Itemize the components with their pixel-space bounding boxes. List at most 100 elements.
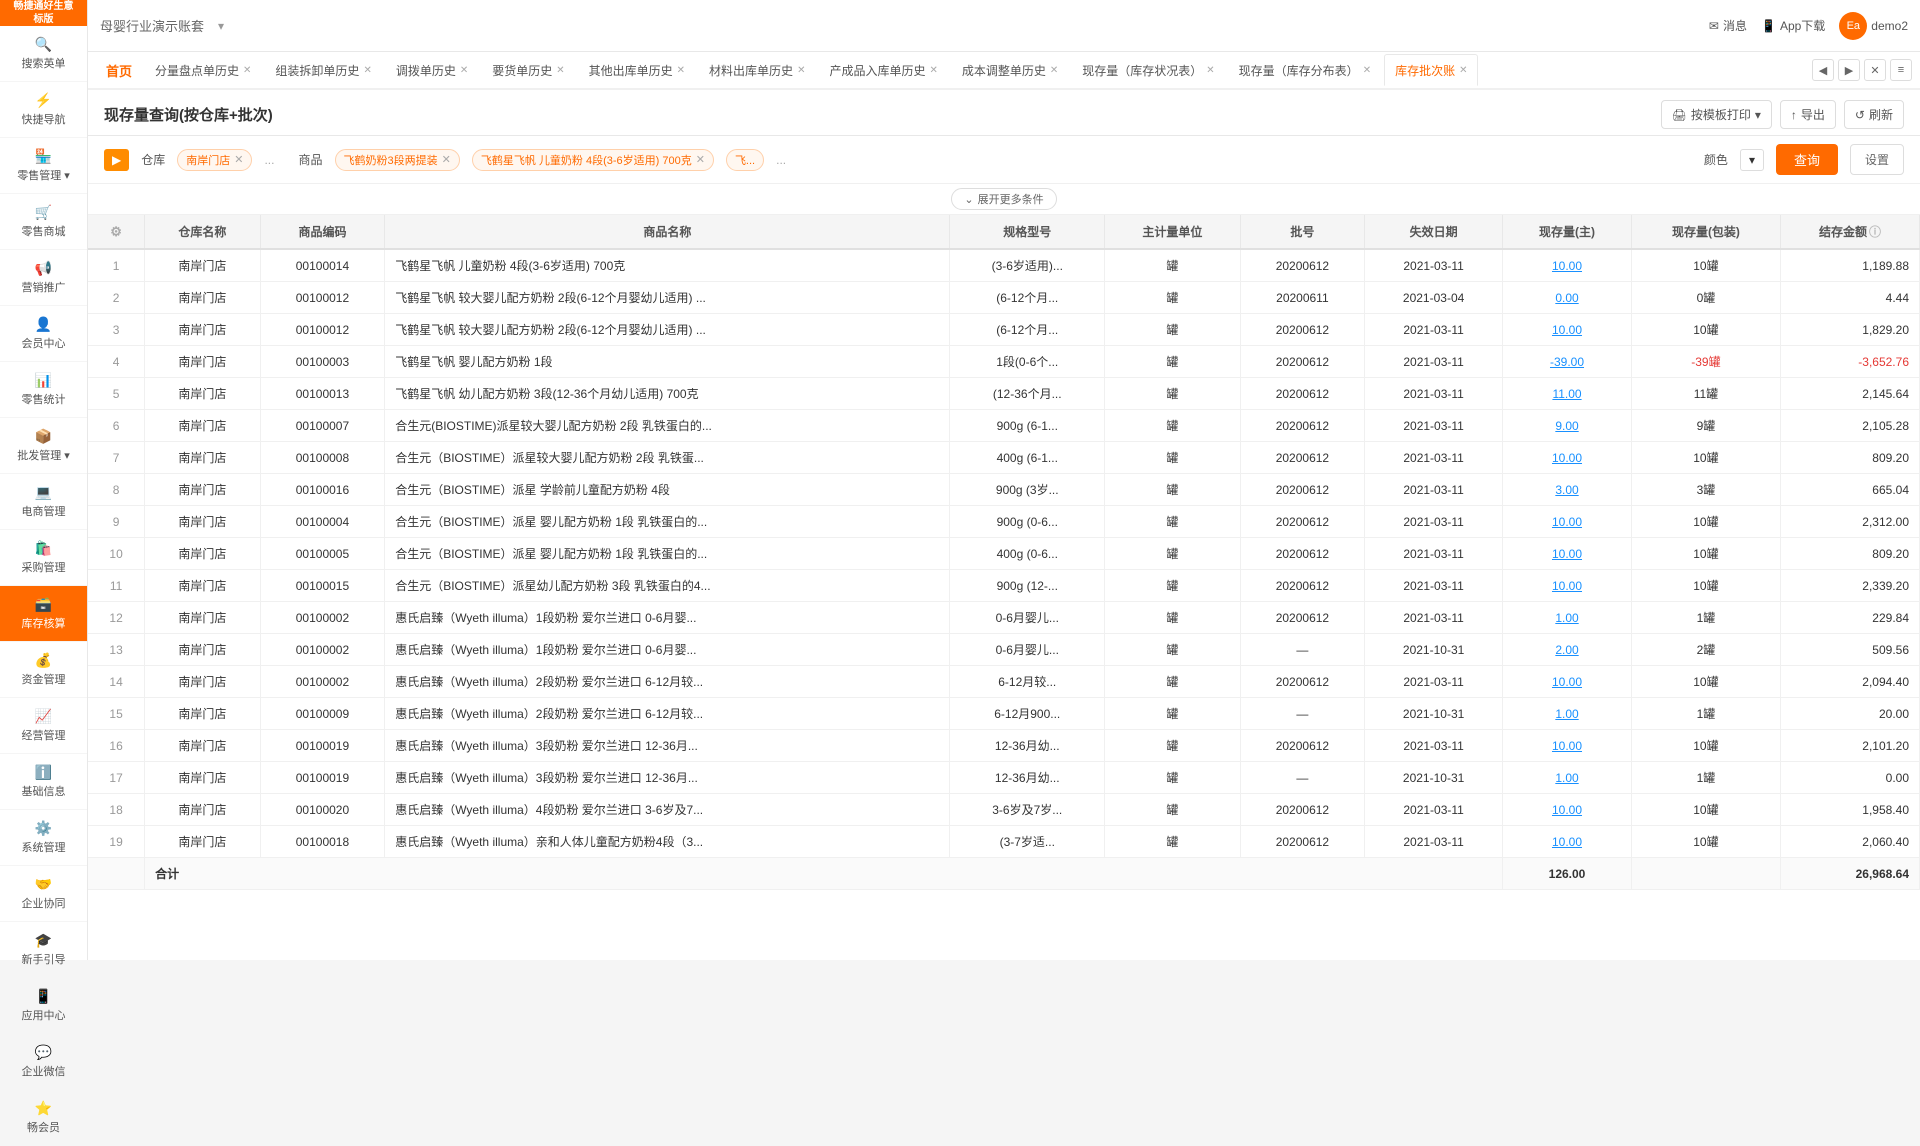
row-warehouse-4: 南岸门店 (145, 378, 261, 410)
tab-prev-button[interactable]: ◀ (1812, 59, 1834, 81)
sidebar-item-17[interactable]: 📱应用中心 (0, 978, 87, 1034)
tab-close-11[interactable]: ✕ (1459, 65, 1467, 76)
tab-item-4[interactable]: 要货单历史✕ (481, 54, 575, 86)
tab-close-10[interactable]: ✕ (1363, 65, 1371, 76)
sidebar-label-15: 企业协同 (6, 895, 81, 911)
tab-close-5[interactable]: ✕ (677, 65, 685, 76)
tab-item-6[interactable]: 材料出库单历史✕ (698, 54, 816, 86)
product-more[interactable]: ... (776, 153, 786, 167)
expand-more-row: ⌄ 展开更多条件 (88, 184, 1920, 214)
tab-item-10[interactable]: 现存量（库存分布表）✕ (1228, 54, 1382, 86)
tab-close-3[interactable]: ✕ (460, 65, 468, 76)
message-button[interactable]: ✉ 消息 (1709, 17, 1747, 34)
tab-close-2[interactable]: ✕ (363, 65, 371, 76)
sidebar-icon-12: 📈 (6, 708, 81, 725)
table-row: 4 南岸门店 00100003 飞鹤星飞帆 婴儿配方奶粉 1段 1段(0-6个.… (88, 346, 1920, 378)
tab-label-7: 产成品入库单历史 (829, 62, 925, 79)
tab-item-11[interactable]: 库存批次账✕ (1384, 54, 1478, 86)
sidebar-item-19[interactable]: ⭐畅会员 (0, 1090, 87, 1146)
sidebar-icon-8: 💻 (6, 484, 81, 501)
export-button[interactable]: ↑ 导出 (1780, 100, 1836, 129)
tab-item-2[interactable]: 组装拆卸单历史✕ (264, 54, 382, 86)
row-batch-15: 20200612 (1240, 730, 1365, 762)
row-spec-9: 400g (0-6... (950, 538, 1105, 570)
row-amount-16: 0.00 (1780, 762, 1919, 794)
sidebar-item-13[interactable]: ℹ️基础信息 (0, 754, 87, 810)
product-tag-2-close[interactable]: ✕ (696, 153, 705, 166)
tab-item-3[interactable]: 调拨单历史✕ (385, 54, 479, 86)
sidebar-item-1[interactable]: ⚡快捷导航 (0, 82, 87, 138)
table-row: 12 南岸门店 00100002 惠氏启臻（Wyeth illuma）1段奶粉 … (88, 602, 1920, 634)
row-qty-main-0: 10.00 (1503, 249, 1632, 282)
expand-more-button[interactable]: ⌄ 展开更多条件 (951, 188, 1056, 210)
color-filter-select[interactable]: ▾ (1740, 149, 1764, 171)
warehouse-tag-close[interactable]: ✕ (234, 153, 243, 166)
app-download-button[interactable]: 📱 App下载 (1761, 17, 1825, 34)
row-batch-12: — (1240, 634, 1365, 666)
warehouse-more[interactable]: ... (264, 153, 274, 167)
tab-close-4[interactable]: ✕ (556, 65, 564, 76)
sidebar-item-4[interactable]: 📢营销推广 (0, 250, 87, 306)
row-spec-6: 400g (6-1... (950, 442, 1105, 474)
settings-button[interactable]: 设置 (1850, 144, 1904, 175)
sidebar-item-2[interactable]: 🏪零售管理 ▾ (0, 138, 87, 194)
sidebar-item-12[interactable]: 📈经营管理 (0, 698, 87, 754)
sidebar-icon-2: 🏪 (6, 148, 81, 165)
sidebar-item-7[interactable]: 📦 批发管理 ▾ (0, 418, 87, 474)
tab-item-8[interactable]: 成本调整单历史✕ (951, 54, 1069, 86)
row-amount-15: 2,101.20 (1780, 730, 1919, 762)
row-spec-1: (6-12个月... (950, 282, 1105, 314)
tab-item-1[interactable]: 分量盘点单历史✕ (144, 54, 262, 86)
tab-close-6[interactable]: ✕ (797, 65, 805, 76)
template-print-button[interactable]: 🖨 按模板打印 ▾ (1661, 100, 1772, 129)
sidebar-item-18[interactable]: 💬企业微信 (0, 1034, 87, 1090)
row-expire-11: 2021-03-11 (1365, 602, 1503, 634)
sidebar-item-14[interactable]: ⚙️系统管理 (0, 810, 87, 866)
row-code-18: 00100018 (260, 826, 385, 858)
row-amount-3: -3,652.76 (1780, 346, 1919, 378)
tab-close-all-button[interactable]: ✕ (1864, 59, 1886, 81)
row-qty-main-16: 1.00 (1503, 762, 1632, 794)
user-profile[interactable]: Ea demo2 (1839, 12, 1908, 40)
row-name-17: 惠氏启臻（Wyeth illuma）4段奶粉 爱尔兰进口 3-6岁及7... (385, 794, 950, 826)
tab-close-8[interactable]: ✕ (1050, 65, 1058, 76)
warehouse-filter-label: 仓库 (141, 151, 165, 168)
row-spec-16: 12-36月幼... (950, 762, 1105, 794)
sidebar-item-16[interactable]: 🎓新手引导 (0, 922, 87, 978)
row-num-0: 1 (88, 249, 145, 282)
sidebar-item-8[interactable]: 💻电商管理 (0, 474, 87, 530)
amount-info-icon[interactable]: ⓘ (1869, 225, 1881, 239)
tab-item-9[interactable]: 现存量（库存状况表）✕ (1071, 54, 1225, 86)
sidebar-item-3[interactable]: 🛒零售商城 (0, 194, 87, 250)
tab-item-5[interactable]: 其他出库单历史✕ (578, 54, 696, 86)
sidebar-icon-7: 📦 (6, 428, 81, 445)
row-num-8: 9 (88, 506, 145, 538)
row-warehouse-17: 南岸门店 (145, 794, 261, 826)
sidebar-item-0[interactable]: 🔍搜索英单 (0, 26, 87, 82)
sidebar-label-7: 批发管理 ▾ (6, 447, 81, 463)
table-settings-icon[interactable]: ⚙ (110, 224, 122, 239)
tab-menu-button[interactable]: ≡ (1890, 59, 1912, 81)
sidebar-item-5[interactable]: 👤会员中心 (0, 306, 87, 362)
tab-item-7[interactable]: 产成品入库单历史 ✕ (818, 54, 948, 86)
filter-expand-button[interactable]: ▶ (104, 149, 129, 171)
col-header-1: 仓库名称 (145, 215, 261, 249)
tab-close-9[interactable]: ✕ (1206, 65, 1214, 76)
content-area: 现存量查询(按仓库+批次) 🖨 按模板打印 ▾ ↑ 导出 ↺ 刷新 (88, 90, 1920, 960)
tab-close-1[interactable]: ✕ (243, 65, 251, 76)
tab-next-button[interactable]: ▶ (1838, 59, 1860, 81)
account-dropdown-icon[interactable]: ▾ (218, 19, 224, 33)
sidebar-item-9[interactable]: 🛍️采购管理 (0, 530, 87, 586)
refresh-button[interactable]: ↺ 刷新 (1844, 100, 1904, 129)
sidebar-item-10[interactable]: 🗃️库存核算 (0, 586, 87, 642)
sidebar-item-15[interactable]: 🤝企业协同 (0, 866, 87, 922)
app-logo: 畅捷通好生意 标版 (0, 0, 87, 26)
product-tag-1-close[interactable]: ✕ (442, 153, 451, 166)
sidebar-item-6[interactable]: 📊零售统计 (0, 362, 87, 418)
row-warehouse-1: 南岸门店 (145, 282, 261, 314)
search-button[interactable]: 查询 (1776, 144, 1838, 175)
tab-home[interactable]: 首页 (96, 61, 142, 80)
sidebar-item-11[interactable]: 💰资金管理 (0, 642, 87, 698)
tab-close-7[interactable]: ✕ (929, 65, 937, 76)
row-spec-7: 900g (3岁... (950, 474, 1105, 506)
